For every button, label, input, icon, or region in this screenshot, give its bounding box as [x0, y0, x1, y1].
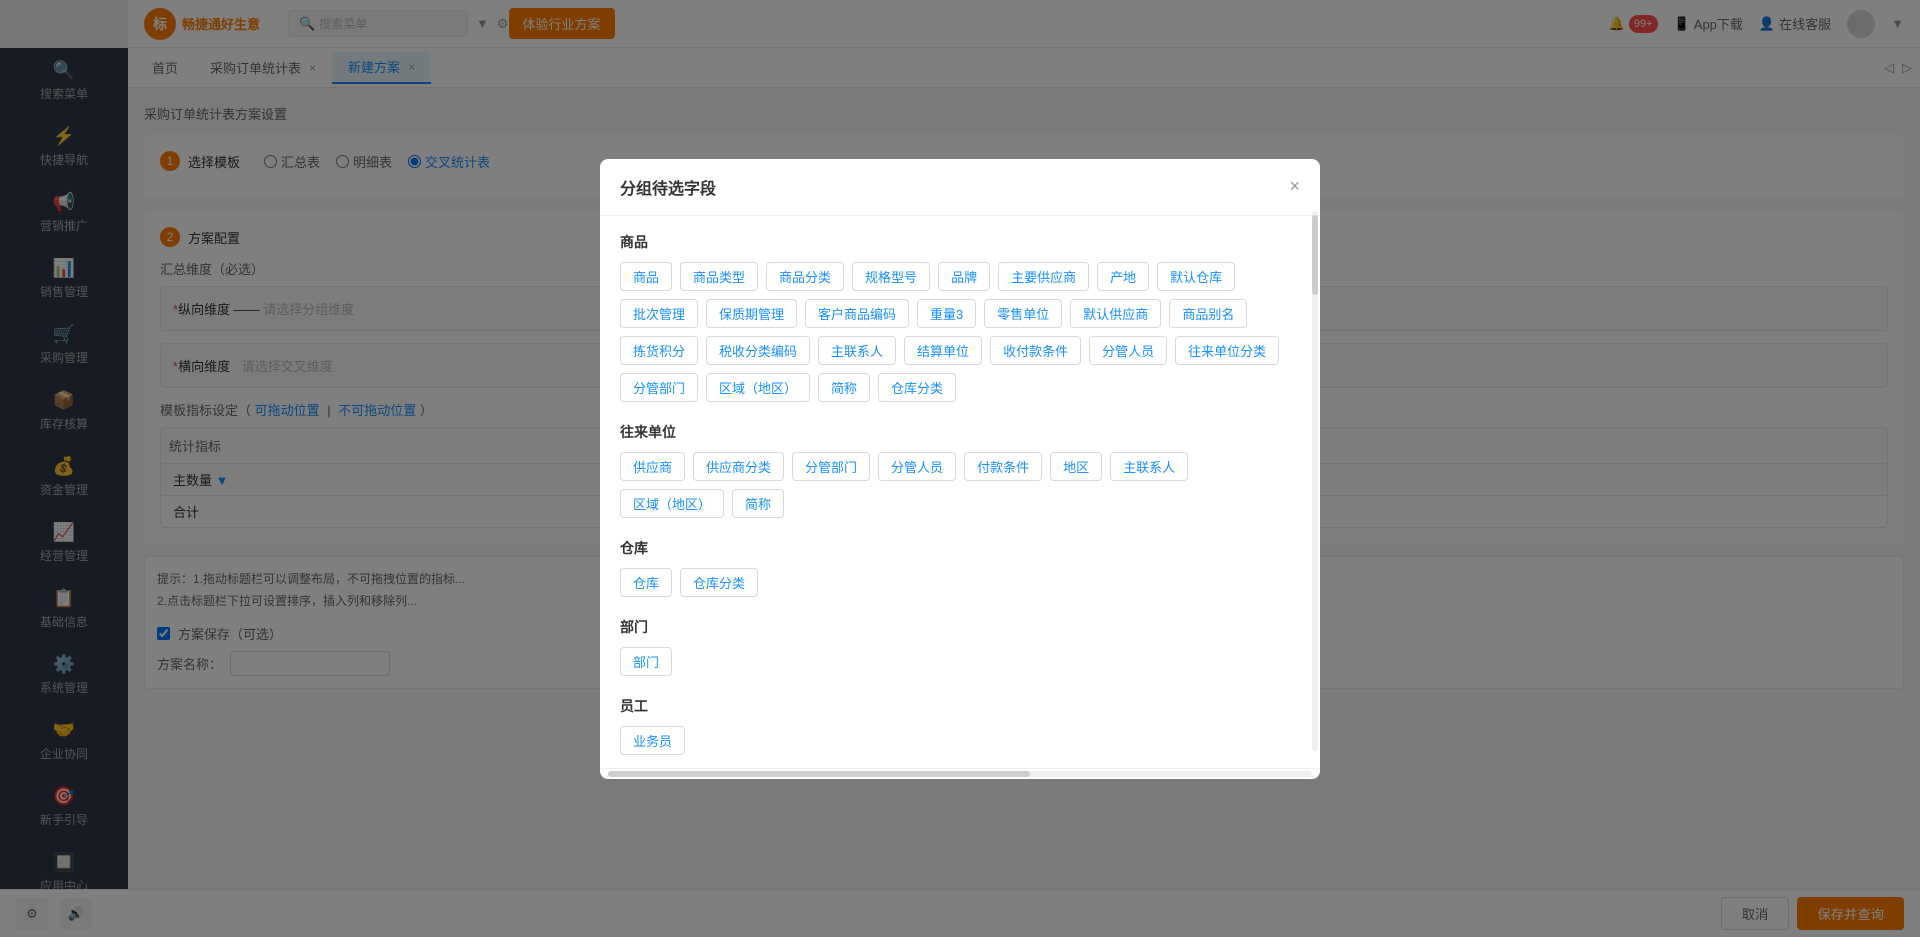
field-tag-product-3[interactable]: 规格型号 [852, 262, 930, 291]
field-tag-product-25[interactable]: 仓库分类 [878, 373, 956, 402]
field-tag-product-1[interactable]: 商品类型 [680, 262, 758, 291]
modal-scrollbar[interactable] [1312, 211, 1318, 751]
field-tag-product-16[interactable]: 税收分类编码 [706, 336, 810, 365]
section-title-product: 商品 [620, 232, 1300, 252]
field-tag-partner-5[interactable]: 地区 [1050, 452, 1102, 481]
field-tag-product-15[interactable]: 拣货积分 [620, 336, 698, 365]
field-tag-partner-8[interactable]: 简称 [732, 489, 784, 518]
modal-overlay: 分组待选字段 × 商品商品商品类型商品分类规格型号品牌主要供应商产地默认仓库批次… [0, 0, 1920, 937]
field-tag-product-7[interactable]: 默认仓库 [1157, 262, 1235, 291]
section-title-employee: 员工 [620, 696, 1300, 716]
section-partner: 往来单位供应商供应商分类分管部门分管人员付款条件地区主联系人区域（地区） 简称 [620, 422, 1300, 518]
field-tag-employee-0[interactable]: 业务员 [620, 726, 685, 755]
section-product: 商品商品商品类型商品分类规格型号品牌主要供应商产地默认仓库批次管理保质期管理客户… [620, 232, 1300, 402]
field-tag-product-9[interactable]: 保质期管理 [706, 299, 797, 328]
field-tag-partner-3[interactable]: 分管人员 [878, 452, 956, 481]
field-grid-dept: 部门 [620, 647, 1300, 676]
field-tag-product-8[interactable]: 批次管理 [620, 299, 698, 328]
modal-header: 分组待选字段 × [600, 159, 1320, 216]
section-employee: 员工业务员 [620, 696, 1300, 755]
field-tag-partner-7[interactable]: 区域（地区） [620, 489, 724, 518]
field-tag-partner-4[interactable]: 付款条件 [964, 452, 1042, 481]
field-tag-product-14[interactable]: 商品别名 [1169, 299, 1247, 328]
field-tag-partner-1[interactable]: 供应商分类 [693, 452, 784, 481]
field-tag-product-20[interactable]: 分管人员 [1089, 336, 1167, 365]
field-tag-product-21[interactable]: 往来单位分类 [1175, 336, 1279, 365]
field-tag-product-13[interactable]: 默认供应商 [1070, 299, 1161, 328]
bottom-scroll-thumb [608, 771, 1030, 777]
field-grid-partner: 供应商供应商分类分管部门分管人员付款条件地区主联系人区域（地区） 简称 [620, 452, 1300, 518]
field-select-modal: 分组待选字段 × 商品商品商品类型商品分类规格型号品牌主要供应商产地默认仓库批次… [600, 159, 1320, 779]
modal-body: 商品商品商品类型商品分类规格型号品牌主要供应商产地默认仓库批次管理保质期管理客户… [600, 216, 1320, 769]
field-tag-partner-0[interactable]: 供应商 [620, 452, 685, 481]
field-grid-product: 商品商品类型商品分类规格型号品牌主要供应商产地默认仓库批次管理保质期管理客户商品… [620, 262, 1300, 402]
field-tag-partner-2[interactable]: 分管部门 [792, 452, 870, 481]
field-tag-product-2[interactable]: 商品分类 [766, 262, 844, 291]
field-tag-product-10[interactable]: 客户商品编码 [805, 299, 909, 328]
field-tag-warehouse-0[interactable]: 仓库 [620, 568, 672, 597]
field-tag-dept-0[interactable]: 部门 [620, 647, 672, 676]
field-tag-product-4[interactable]: 品牌 [938, 262, 990, 291]
field-tag-warehouse-1[interactable]: 仓库分类 [680, 568, 758, 597]
field-tag-product-24[interactable]: 简称 [818, 373, 870, 402]
field-grid-warehouse: 仓库仓库分类 [620, 568, 1300, 597]
field-tag-product-18[interactable]: 结算单位 [904, 336, 982, 365]
field-tag-product-23[interactable]: 区域（地区） [706, 373, 810, 402]
section-title-dept: 部门 [620, 617, 1300, 637]
field-tag-product-0[interactable]: 商品 [620, 262, 672, 291]
field-tag-product-6[interactable]: 产地 [1097, 262, 1149, 291]
field-tag-product-19[interactable]: 收付款条件 [990, 336, 1081, 365]
field-tag-product-5[interactable]: 主要供应商 [998, 262, 1089, 291]
field-tag-product-22[interactable]: 分管部门 [620, 373, 698, 402]
field-tag-partner-6[interactable]: 主联系人 [1110, 452, 1188, 481]
scroll-thumb [1312, 215, 1318, 295]
modal-title: 分组待选字段 [620, 175, 716, 199]
field-tag-product-11[interactable]: 重量3 [917, 299, 976, 328]
field-tag-product-17[interactable]: 主联系人 [818, 336, 896, 365]
modal-bottom-scrollbar [600, 768, 1320, 778]
section-dept: 部门部门 [620, 617, 1300, 676]
field-tag-product-12[interactable]: 零售单位 [984, 299, 1062, 328]
section-warehouse: 仓库仓库仓库分类 [620, 538, 1300, 597]
section-title-partner: 往来单位 [620, 422, 1300, 442]
modal-close-button[interactable]: × [1289, 176, 1300, 197]
section-title-warehouse: 仓库 [620, 538, 1300, 558]
field-grid-employee: 业务员 [620, 726, 1300, 755]
